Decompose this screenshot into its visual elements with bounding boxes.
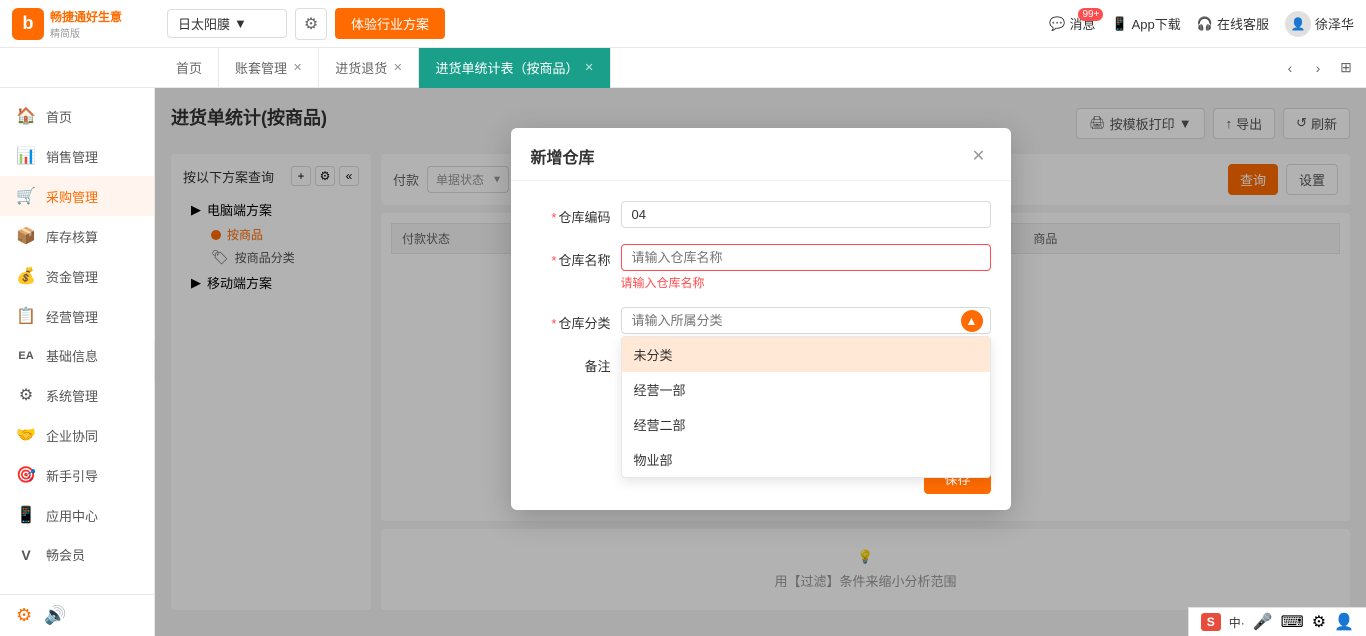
tab-account[interactable]: 账套管理 ✕: [219, 48, 319, 88]
message-badge: 99+: [1078, 8, 1103, 21]
enterprise-icon: 🤝: [16, 425, 36, 445]
message-item[interactable]: 💬 消息 99+: [1049, 14, 1095, 33]
dropdown-option-1[interactable]: 经营一部: [622, 372, 990, 407]
sidebar-item-basic-info[interactable]: EA 基础信息: [0, 336, 154, 375]
code-label: *仓库编码: [531, 201, 611, 226]
tab-close-account[interactable]: ✕: [293, 61, 302, 74]
dialog-close-button[interactable]: ✕: [967, 144, 991, 168]
lang-label: 中·: [1229, 614, 1245, 631]
sidebar-item-purchase[interactable]: 🛒 采购管理: [0, 176, 154, 216]
category-input-wrap: ▲ 未分类 经营一部 经营二部 物业部: [621, 307, 991, 334]
content-area: 进货单统计(按商品) 🖨 按模板打印 ▼ ↑ 导出 ↺ 刷新: [155, 88, 1366, 636]
settings-bottom-icon[interactable]: ⚙: [1312, 612, 1326, 632]
sidebar-item-sales[interactable]: 📊 销售管理: [0, 136, 154, 176]
guide-icon: 🎯: [16, 465, 36, 485]
form-row-category: *仓库分类 ▲ 未分类 经营一部 经营二部 物业部: [531, 307, 991, 334]
tab-menu-button[interactable]: ⊞: [1334, 56, 1358, 80]
name-input[interactable]: [621, 244, 991, 271]
tab-prev-button[interactable]: ‹: [1278, 56, 1302, 80]
try-industry-button[interactable]: 体验行业方案: [335, 8, 445, 39]
tab-bar: 首页 账套管理 ✕ 进货退货 ✕ 进货单统计表（按商品） ✕ ‹ › ⊞: [0, 48, 1366, 88]
sidebar-item-inventory[interactable]: 📦 库存核算: [0, 216, 154, 256]
logo-text: 畅捷通好生意 精简版: [50, 8, 122, 40]
tab-next-button[interactable]: ›: [1306, 56, 1330, 80]
app-center-icon: 📱: [16, 505, 36, 525]
category-dropdown-arrow[interactable]: ▲: [961, 310, 983, 332]
settings-gear-icon[interactable]: ⚙: [16, 605, 32, 626]
form-row-code: *仓库编码: [531, 201, 991, 228]
online-service-item[interactable]: 🎧 在线客服: [1197, 14, 1269, 33]
overlay: 新增仓库 ✕ *仓库编码: [155, 88, 1366, 636]
keyboard-icon[interactable]: ⌨: [1281, 612, 1304, 632]
tab-controls: ‹ › ⊞: [1278, 56, 1366, 80]
notes-label: 备注: [531, 350, 611, 375]
logo-icon: b: [12, 8, 44, 40]
dialog-header: 新增仓库 ✕: [511, 128, 1011, 181]
dropdown-option-2[interactable]: 经营二部: [622, 407, 990, 442]
mic-icon[interactable]: 🎤: [1253, 612, 1273, 632]
dialog-title: 新增仓库: [531, 144, 595, 168]
logo-area: b 畅捷通好生意 精简版: [12, 8, 167, 40]
sidebar-item-home[interactable]: 🏠 首页: [0, 96, 154, 136]
sales-icon: 📊: [16, 146, 36, 166]
sidebar-item-member[interactable]: V 畅会员: [0, 535, 154, 574]
tab-close-purchase-return[interactable]: ✕: [393, 61, 402, 74]
sidebar-item-enterprise[interactable]: 🤝 企业协同: [0, 415, 154, 455]
message-icon: 💬: [1049, 16, 1065, 32]
finance-icon: 💰: [16, 266, 36, 286]
tab-purchase-return[interactable]: 进货退货 ✕: [319, 48, 419, 88]
form-row-name: *仓库名称 请输入仓库名称: [531, 244, 991, 291]
sidebar-item-system[interactable]: ⚙ 系统管理: [0, 375, 154, 415]
code-input[interactable]: [621, 201, 991, 228]
settings-button[interactable]: ⚙: [295, 8, 327, 40]
avatar: 👤: [1285, 11, 1311, 37]
dropdown-option-3[interactable]: 物业部: [622, 442, 990, 477]
name-error-msg: 请输入仓库名称: [621, 274, 991, 291]
top-header: b 畅捷通好生意 精简版 日太阳膜 ▼ ⚙ 体验行业方案 💬 消息 99+ 📱 …: [0, 0, 1366, 48]
dialog-body: *仓库编码 *仓库名称 请输入仓库名称: [511, 181, 1011, 451]
header-mid: 日太阳膜 ▼ ⚙ 体验行业方案: [167, 8, 1049, 40]
sidebar-item-app-center[interactable]: 📱 应用中心: [0, 495, 154, 535]
app-download-item[interactable]: 📱 App下载: [1111, 14, 1180, 33]
header-right: 💬 消息 99+ 📱 App下载 🎧 在线客服 👤 徐泽华: [1049, 11, 1354, 37]
user-bottom-icon[interactable]: 👤: [1334, 612, 1354, 632]
volume-icon[interactable]: 🔊: [44, 605, 66, 626]
category-input[interactable]: [621, 307, 991, 334]
sidebar-item-finance[interactable]: 💰 资金管理: [0, 256, 154, 296]
code-input-wrap: [621, 201, 991, 228]
name-label: *仓库名称: [531, 244, 611, 269]
tab-close-purchase-stats[interactable]: ✕: [585, 61, 594, 74]
service-icon: 🎧: [1197, 16, 1213, 32]
sidebar-item-operations[interactable]: 📋 经营管理: [0, 296, 154, 336]
basic-info-icon: EA: [16, 350, 36, 362]
new-warehouse-dialog: 新增仓库 ✕ *仓库编码: [511, 128, 1011, 510]
name-input-wrap: 请输入仓库名称: [621, 244, 991, 291]
store-selector[interactable]: 日太阳膜 ▼: [167, 9, 287, 38]
dropdown-option-0[interactable]: 未分类: [622, 337, 990, 372]
system-icon: ⚙: [16, 385, 36, 405]
operations-icon: 📋: [16, 306, 36, 326]
purchase-icon: 🛒: [16, 186, 36, 206]
main-layout: 🏠 首页 📊 销售管理 🛒 采购管理 📦 库存核算 💰 资金管理 📋 经营管理 …: [0, 88, 1366, 636]
tab-purchase-stats[interactable]: 进货单统计表（按商品） ✕: [419, 48, 610, 88]
sidebar: 🏠 首页 📊 销售管理 🛒 采购管理 📦 库存核算 💰 资金管理 📋 经营管理 …: [0, 88, 155, 636]
inventory-icon: 📦: [16, 226, 36, 246]
s-logo: S: [1201, 613, 1221, 631]
category-dropdown-list: 未分类 经营一部 经营二部 物业部: [621, 336, 991, 478]
category-label: *仓库分类: [531, 307, 611, 332]
user-item[interactable]: 👤 徐泽华: [1285, 11, 1354, 37]
member-icon: V: [16, 547, 36, 563]
app-icon: 📱: [1111, 16, 1127, 32]
sidebar-item-guide[interactable]: 🎯 新手引导: [0, 455, 154, 495]
tab-home[interactable]: 首页: [160, 48, 219, 88]
home-icon: 🏠: [16, 106, 36, 126]
